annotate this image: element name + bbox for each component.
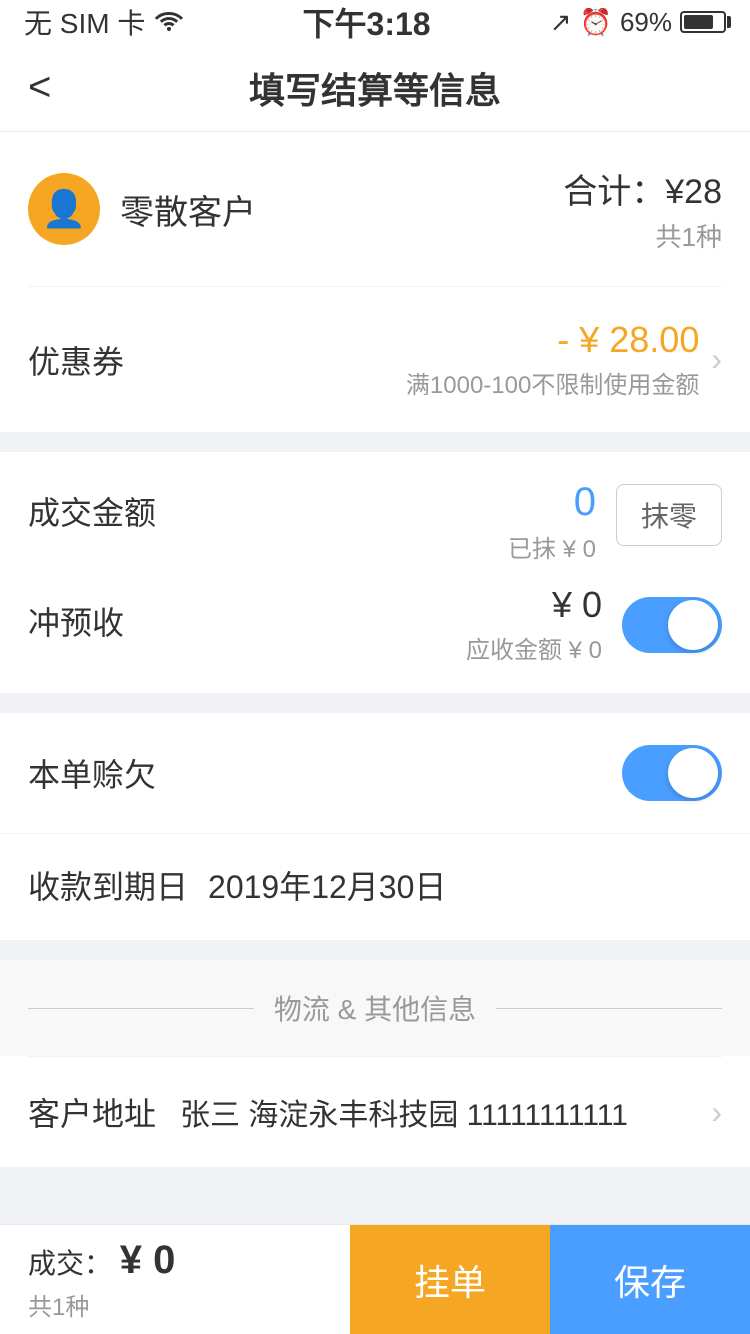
address-row[interactable]: 客户地址 张三 海淀永丰科技园 11111111111 › [0, 1057, 750, 1167]
logistics-label: 物流 & 其他信息 [274, 988, 476, 1028]
logistics-header: 物流 & 其他信息 [0, 960, 750, 1056]
amount-row: 成交金额 0 已抹 ¥ 0 抹零 [0, 452, 750, 564]
avatar: 👤 [28, 173, 100, 245]
coupon-label: 优惠券 [28, 337, 124, 383]
amount-value-wrapper: 0 已抹 ¥ 0 [508, 480, 596, 564]
coupon-desc: 满1000-100不限制使用金额 [406, 365, 699, 400]
due-date-label: 收款到期日 [28, 862, 188, 908]
prepaid-label: 冲预收 [28, 584, 124, 644]
amount-sub: 已抹 ¥ 0 [508, 529, 596, 564]
prepaid-sub: 应收金额 ¥ 0 [466, 630, 602, 665]
nav-bar: < 填写结算等信息 [0, 44, 750, 132]
debt-row: 本单赊欠 [0, 713, 750, 833]
main-content: 👤 零散客户 合计：¥28 共1种 优惠券 - ¥ 28.00 满1000-10… [0, 132, 750, 1307]
carrier-text: 无 SIM 卡 [24, 2, 145, 42]
bottom-count: 共1种 [28, 1287, 322, 1322]
debt-toggle-knob [668, 748, 718, 798]
total-amount: 合计：¥28 [563, 164, 722, 213]
logistics-card: 物流 & 其他信息 客户地址 张三 海淀永丰科技园 11111111111 › [0, 960, 750, 1167]
coupon-row[interactable]: 优惠券 - ¥ 28.00 满1000-100不限制使用金额 › [0, 287, 750, 432]
prepaid-info: ¥ 0 应收金额 ¥ 0 [466, 584, 602, 665]
due-date-row: 收款到期日 2019年12月30日 [0, 833, 750, 940]
location-icon: ↗ [550, 7, 572, 38]
bottom-info: 成交： ¥ 0 共1种 [0, 1238, 350, 1322]
status-bar: 无 SIM 卡 下午3:18 ↗ ⏰ 69% [0, 0, 750, 44]
address-value: 张三 海淀永丰科技园 11111111111 [180, 1090, 711, 1134]
hold-order-button[interactable]: 挂单 [350, 1225, 550, 1334]
prepaid-right: ¥ 0 应收金额 ¥ 0 [466, 584, 722, 665]
debt-toggle[interactable] [622, 745, 722, 801]
save-button[interactable]: 保存 [550, 1225, 750, 1334]
wifi-icon [155, 6, 183, 38]
amount-label: 成交金额 [28, 480, 156, 534]
alarm-icon: ⏰ [580, 7, 612, 38]
avatar-icon: 👤 [42, 188, 87, 230]
prepaid-toggle[interactable] [622, 597, 722, 653]
status-time: 下午3:18 [303, 0, 431, 45]
customer-row: 👤 零散客户 合计：¥28 共1种 [0, 132, 750, 286]
bottom-bar: 成交： ¥ 0 共1种 挂单 保存 [0, 1224, 750, 1334]
coupon-info: - ¥ 28.00 满1000-100不限制使用金额 [406, 319, 699, 400]
address-chevron-icon: › [711, 1094, 722, 1131]
debt-card: 本单赊欠 收款到期日 2019年12月30日 [0, 713, 750, 940]
chevron-right-icon: › [711, 341, 722, 378]
prepaid-row: 冲预收 ¥ 0 应收金额 ¥ 0 [0, 564, 750, 693]
battery-percent: 69% [620, 7, 672, 38]
coupon-right: - ¥ 28.00 满1000-100不限制使用金额 › [406, 319, 722, 400]
customer-left: 👤 零散客户 [28, 173, 256, 245]
bottom-deal-label: 成交： [28, 1248, 112, 1279]
logistics-divider: 物流 & 其他信息 [28, 988, 722, 1028]
bottom-deal-amount: ¥ 0 [120, 1238, 176, 1282]
address-label: 客户地址 [28, 1089, 156, 1135]
back-button[interactable]: < [28, 65, 51, 110]
status-left: 无 SIM 卡 [24, 2, 183, 42]
prepaid-amount: ¥ 0 [466, 584, 602, 626]
transaction-card: 成交金额 0 已抹 ¥ 0 抹零 冲预收 ¥ 0 应收金额 ¥ 0 [0, 452, 750, 693]
round-zero-button[interactable]: 抹零 [616, 484, 722, 546]
customer-card: 👤 零散客户 合计：¥28 共1种 优惠券 - ¥ 28.00 满1000-10… [0, 132, 750, 432]
toggle-knob [668, 600, 718, 650]
amount-right: 0 已抹 ¥ 0 抹零 [508, 480, 722, 564]
amount-value: 0 [508, 480, 596, 525]
total-count: 共1种 [563, 217, 722, 254]
coupon-discount: - ¥ 28.00 [406, 319, 699, 361]
customer-name: 零散客户 [120, 185, 256, 234]
customer-right: 合计：¥28 共1种 [563, 164, 722, 254]
battery-icon [680, 11, 726, 33]
due-date-value: 2019年12月30日 [208, 862, 446, 908]
status-right: ↗ ⏰ 69% [550, 7, 726, 38]
page-title: 填写结算等信息 [249, 62, 501, 114]
bottom-deal-row: 成交： ¥ 0 [28, 1238, 322, 1283]
debt-label: 本单赊欠 [28, 750, 156, 796]
